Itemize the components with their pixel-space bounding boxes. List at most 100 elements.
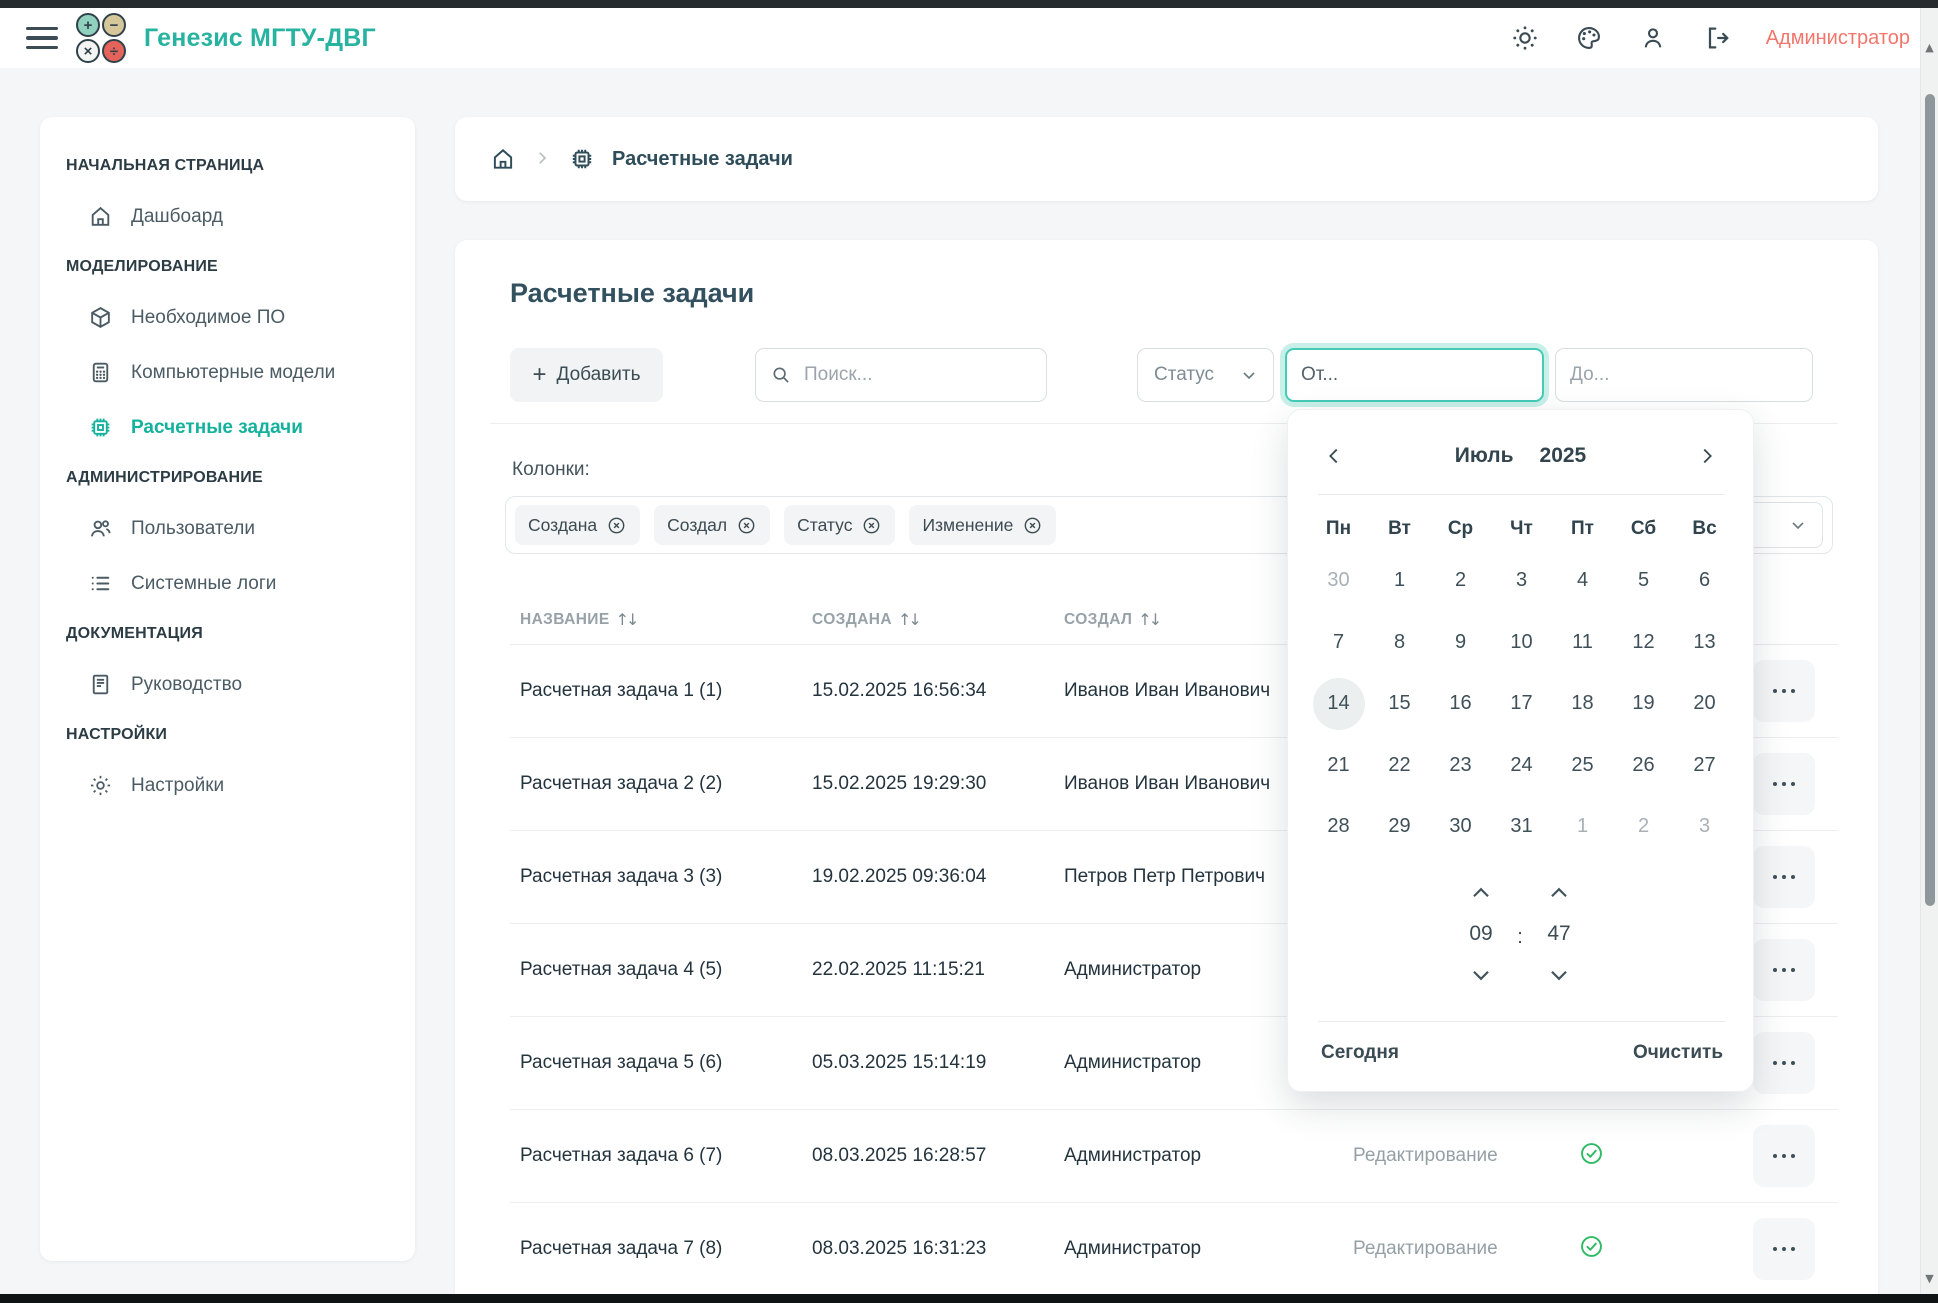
calendar-day[interactable]: 2 — [1613, 796, 1674, 858]
calendar-day[interactable]: 30 — [1308, 550, 1369, 612]
calendar-day[interactable]: 9 — [1430, 612, 1491, 674]
calendar-day[interactable]: 14 — [1308, 673, 1369, 735]
sidebar-item-label: Руководство — [131, 673, 243, 695]
calendar-day[interactable]: 27 — [1674, 735, 1735, 797]
calendar-day[interactable]: 4 — [1552, 550, 1613, 612]
hours-down-icon[interactable] — [1451, 962, 1511, 988]
divider — [1318, 1021, 1725, 1022]
calendar-day[interactable]: 10 — [1491, 612, 1552, 674]
column-chip[interactable]: Создал — [654, 505, 771, 545]
sidebar-item-label: Системные логи — [131, 572, 277, 594]
calendar-day[interactable]: 8 — [1369, 612, 1430, 674]
calendar-day[interactable]: 29 — [1369, 796, 1430, 858]
calendar-day[interactable]: 1 — [1369, 550, 1430, 612]
row-menu-button[interactable] — [1753, 1032, 1815, 1094]
created-cell: 15.02.2025 19:29:30 — [812, 773, 987, 794]
calendar-day[interactable]: 12 — [1613, 612, 1674, 674]
remove-chip-icon[interactable] — [1022, 515, 1043, 536]
add-button[interactable]: + Добавить — [510, 348, 663, 402]
weekday-label: Чт — [1510, 518, 1533, 539]
date-to-input[interactable] — [1555, 348, 1813, 402]
sidebar-item-dashboard[interactable]: Дашбоард — [40, 189, 415, 244]
calendar-year[interactable]: 2025 — [1540, 444, 1587, 468]
weekday-label: Вс — [1692, 518, 1717, 539]
row-menu-button[interactable] — [1753, 939, 1815, 1001]
sidebar-item-logs[interactable]: Системные логи — [40, 556, 415, 611]
calendar-day[interactable]: 3 — [1491, 550, 1552, 612]
column-chip[interactable]: Изменение — [909, 505, 1057, 545]
calendar-day[interactable]: 6 — [1674, 550, 1735, 612]
remove-chip-icon[interactable] — [606, 515, 627, 536]
calendar-day[interactable]: 15 — [1369, 673, 1430, 735]
date-from-input[interactable] — [1285, 348, 1544, 402]
weekday-label: Сб — [1630, 518, 1657, 539]
search-input-wrap — [755, 348, 1047, 402]
search-input[interactable] — [802, 363, 1032, 387]
user-icon[interactable] — [1638, 23, 1668, 53]
calendar-day[interactable]: 24 — [1491, 735, 1552, 797]
calendar-day[interactable]: 22 — [1369, 735, 1430, 797]
sidebar-item-label: Дашбоард — [131, 205, 223, 227]
calendar-day[interactable]: 13 — [1674, 612, 1735, 674]
divider — [1318, 494, 1725, 495]
brightness-icon[interactable] — [1510, 23, 1540, 53]
row-menu-button[interactable] — [1753, 1218, 1815, 1280]
calendar-prev-icon[interactable] — [1316, 438, 1352, 474]
clear-button[interactable]: Очистить — [1633, 1036, 1723, 1070]
row-menu-button[interactable] — [1753, 1125, 1815, 1187]
calendar-day[interactable]: 30 — [1430, 796, 1491, 858]
creator-cell: Администратор — [1064, 1145, 1202, 1166]
hours-up-icon[interactable] — [1451, 880, 1511, 906]
calendar-day[interactable]: 11 — [1552, 612, 1613, 674]
remove-chip-icon[interactable] — [861, 515, 882, 536]
user-role-label[interactable]: Администратор — [1766, 27, 1910, 50]
sidebar-item-settings[interactable]: Настройки — [40, 758, 415, 813]
sidebar-item-models[interactable]: Компьютерные модели — [40, 345, 415, 400]
calendar-day[interactable]: 2 — [1430, 550, 1491, 612]
calendar-day[interactable]: 26 — [1613, 735, 1674, 797]
calendar-day[interactable]: 28 — [1308, 796, 1369, 858]
minutes-up-icon[interactable] — [1529, 880, 1589, 906]
row-menu-button[interactable] — [1753, 660, 1815, 722]
calendar-day[interactable]: 18 — [1552, 673, 1613, 735]
calendar-day[interactable]: 20 — [1674, 673, 1735, 735]
column-chip[interactable]: Создана — [515, 505, 641, 545]
logout-icon[interactable] — [1702, 23, 1732, 53]
sidebar-item-software[interactable]: Необходимое ПО — [40, 290, 415, 345]
calendar-day[interactable]: 3 — [1674, 796, 1735, 858]
scrollbar-thumb[interactable] — [1925, 94, 1935, 906]
sidebar-section-label: МОДЕЛИРОВАНИЕ — [66, 258, 218, 275]
today-button[interactable]: Сегодня — [1321, 1036, 1399, 1070]
sidebar-item-manual[interactable]: Руководство — [40, 657, 415, 712]
vertical-scrollbar[interactable]: ▲ ▼ — [1920, 8, 1938, 1294]
calendar-day[interactable]: 1 — [1552, 796, 1613, 858]
calendar-day[interactable]: 7 — [1308, 612, 1369, 674]
calendar-next-icon[interactable] — [1689, 438, 1725, 474]
status-select[interactable]: Статус — [1137, 348, 1274, 402]
calendar-day[interactable]: 25 — [1552, 735, 1613, 797]
minutes-down-icon[interactable] — [1529, 962, 1589, 988]
row-menu-button[interactable] — [1753, 846, 1815, 908]
calendar-day[interactable]: 16 — [1430, 673, 1491, 735]
sidebar-item-users[interactable]: Пользователи — [40, 501, 415, 556]
sidebar-item-tasks[interactable]: Расчетные задачи — [40, 400, 415, 455]
calendar-day[interactable]: 5 — [1613, 550, 1674, 612]
sidebar-section-label: НАЧАЛЬНАЯ СТРАНИЦА — [66, 157, 265, 174]
edited-cell — [1553, 1233, 1673, 1266]
table-header-cell[interactable]: СОЗДАНА ↑↓ — [812, 610, 1064, 629]
calendar-day[interactable]: 19 — [1613, 673, 1674, 735]
calendar-month[interactable]: Июль — [1455, 444, 1514, 468]
calendar-day[interactable]: 31 — [1491, 796, 1552, 858]
remove-chip-icon[interactable] — [736, 515, 757, 536]
calendar-day[interactable]: 21 — [1308, 735, 1369, 797]
calendar-day[interactable]: 23 — [1430, 735, 1491, 797]
palette-icon[interactable] — [1574, 23, 1604, 53]
table-header-cell[interactable]: НАЗВАНИЕ ↑↓ — [510, 610, 812, 629]
home-icon[interactable] — [490, 146, 517, 173]
calendar-day[interactable]: 17 — [1491, 673, 1552, 735]
scroll-up-icon[interactable]: ▲ — [1921, 42, 1938, 53]
column-chip[interactable]: Статус — [784, 505, 896, 545]
menu-toggle-icon[interactable] — [26, 27, 58, 49]
row-menu-button[interactable] — [1753, 753, 1815, 815]
scroll-down-icon[interactable]: ▼ — [1921, 1273, 1938, 1284]
